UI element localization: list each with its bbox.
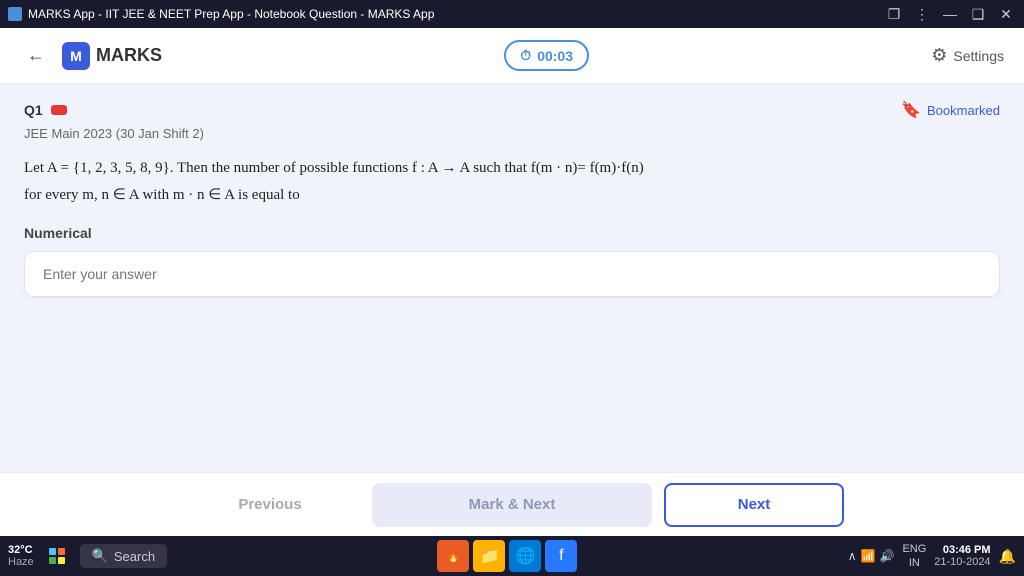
date-display: 21-10-2024 [934,556,990,568]
bottom-navigation: Previous Mark & Next Next [0,472,1024,536]
taskbar: 32°C Haze 🔍 Search 🔥 📁 🌐 f ∧ 📶 🔊 [0,536,1024,576]
question-meta: Q1 🔖 Bookmarked [24,100,1000,120]
restore-button[interactable]: ❐ [884,4,904,24]
answer-type-label: Numerical [24,225,1000,241]
question-text: Let A = {1, 2, 3, 5, 8, 9}. Then the num… [24,155,1000,209]
taskbar-file2-app[interactable]: f [545,540,577,572]
language-indicator: ENG IN [902,542,926,571]
windows-square-4 [58,557,65,564]
question-line2: for every m, n ∈ A with m · n ∈ A is equ… [24,182,1000,209]
clock-icon: ⏱ [520,47,531,64]
windows-icon [49,548,65,564]
bookmark-button[interactable]: 🔖 Bookmarked [901,100,1000,120]
weather-info: 32°C Haze [8,544,34,568]
next-button[interactable]: Next [664,483,844,527]
resize-button[interactable]: ❑ [968,4,988,24]
weather-description: Haze [8,556,34,568]
windows-square-3 [49,557,56,564]
logo-text: MARKS [96,45,162,66]
difficulty-indicator [51,105,67,115]
back-button[interactable]: ← [20,40,52,72]
title-bar: MARKS App - IIT JEE & NEET Prep App - No… [0,0,1024,28]
timer-display: 00:03 [537,48,573,64]
taskbar-left: 32°C Haze 🔍 Search [8,541,167,571]
settings-icon: ⚙ [931,45,947,66]
previous-button[interactable]: Previous [180,483,360,527]
volume-icon: 🔊 [879,549,894,563]
lang-text: ENG [902,542,926,556]
answer-input[interactable] [24,251,1000,297]
search-bar-label: Search [114,549,155,564]
search-bar[interactable]: 🔍 Search [80,544,167,568]
question-number: Q1 [24,102,43,118]
weather-temp: 32°C [8,544,34,556]
system-icons: ∧ 📶 🔊 [848,549,895,563]
timer-badge: ⏱ 00:03 [504,40,589,71]
settings-button[interactable]: ⚙ Settings [931,45,1004,66]
notification-icon[interactable]: 🔔 [999,548,1016,565]
windows-square-2 [58,548,65,555]
lang-region: IN [902,556,926,570]
datetime-display: 03:46 PM 21-10-2024 [934,544,990,568]
menu-button[interactable]: ⋮ [912,4,932,24]
wifi-icon: 📶 [861,549,876,563]
main-content: Q1 🔖 Bookmarked JEE Main 2023 (30 Jan Sh… [0,84,1024,492]
question-source: JEE Main 2023 (30 Jan Shift 2) [24,126,1000,141]
window-title: MARKS App - IIT JEE & NEET Prep App - No… [28,7,434,21]
mark-next-button[interactable]: Mark & Next [372,483,652,527]
title-bar-left: MARKS App - IIT JEE & NEET Prep App - No… [8,7,434,21]
app-icon [8,7,22,21]
taskbar-browser-app[interactable]: 🌐 [509,540,541,572]
close-button[interactable]: ✕ [996,4,1016,24]
start-button[interactable] [42,541,72,571]
header-left: ← M MARKS [20,40,162,72]
settings-label: Settings [953,48,1004,64]
logo-icon: M [62,42,90,70]
question-number-row: Q1 [24,102,67,118]
bookmark-icon: 🔖 [901,100,921,120]
taskbar-center: 🔥 📁 🌐 f [437,540,577,572]
question-line1: Let A = {1, 2, 3, 5, 8, 9}. Then the num… [24,155,1000,182]
bookmark-label: Bookmarked [927,103,1000,118]
windows-square-1 [49,548,56,555]
taskbar-files-app[interactable]: 📁 [473,540,505,572]
app-header: ← M MARKS ⏱ 00:03 ⚙ Settings [0,28,1024,84]
title-bar-controls: ❐ ⋮ — ❑ ✕ [884,4,1016,24]
chevron-up-icon: ∧ [848,549,857,563]
time-display: 03:46 PM [934,544,990,556]
minimize-button[interactable]: — [940,4,960,24]
taskbar-marks-app[interactable]: 🔥 [437,540,469,572]
question-area: Q1 🔖 Bookmarked JEE Main 2023 (30 Jan Sh… [24,100,1000,297]
taskbar-right: ∧ 📶 🔊 ENG IN 03:46 PM 21-10-2024 🔔 [848,542,1016,571]
search-icon: 🔍 [92,548,108,564]
marks-logo: M MARKS [62,42,162,70]
